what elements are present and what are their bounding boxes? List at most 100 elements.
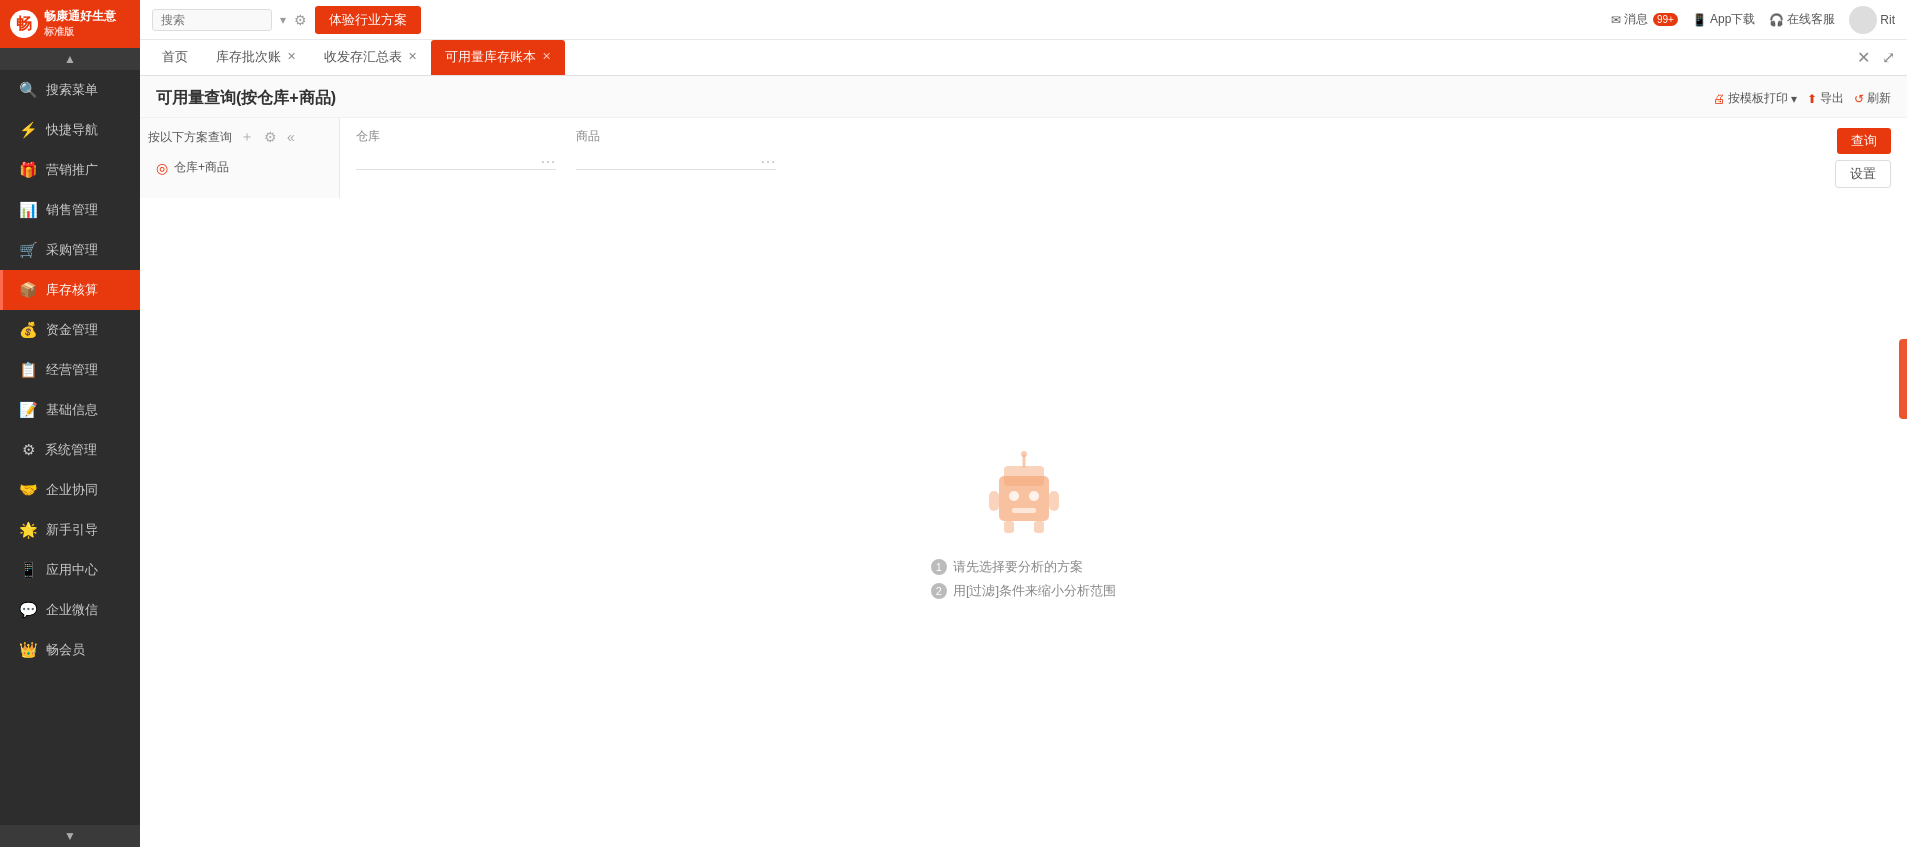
hint-text-1: 请先选择要分析的方案 <box>953 558 1083 576</box>
svg-rect-7 <box>989 491 999 511</box>
query-schemes-header: 按以下方案查询 ＋ ⚙ « <box>148 128 331 146</box>
tab-label: 收发存汇总表 <box>324 48 402 66</box>
tab-close-receive-summary[interactable]: ✕ <box>408 50 417 63</box>
export-icon: ⬆ <box>1807 92 1817 106</box>
vip-icon: 👑 <box>19 641 38 659</box>
action-buttons-col: 查询 设置 <box>1817 118 1907 198</box>
scheme-item-icon: ◎ <box>156 160 168 176</box>
sidebar-item-search[interactable]: 🔍搜索菜单 <box>0 70 140 110</box>
page-header-actions: 🖨 按模板打印 ▾ ⬆ 导出 ↺ 刷新 <box>1713 90 1891 107</box>
sidebar-scroll-up[interactable]: ▲ <box>0 48 140 70</box>
sidebar-item-quick-nav[interactable]: ⚡快捷导航 <box>0 110 140 150</box>
query-button[interactable]: 查询 <box>1837 128 1891 154</box>
new-guide-icon: 🌟 <box>19 521 38 539</box>
page-header: 可用量查询(按仓库+商品) 🖨 按模板打印 ▾ ⬆ 导出 ↺ 刷新 <box>140 76 1907 118</box>
gear-icon[interactable]: ⚙ <box>294 12 307 28</box>
tabbar: 首页库存批次账 ✕收发存汇总表 ✕可用量库存账本 ✕ ✕ ⤢ <box>140 40 1907 76</box>
settings-button[interactable]: 设置 <box>1835 160 1891 188</box>
sidebar-item-label: 畅会员 <box>46 641 85 659</box>
svg-point-3 <box>1029 491 1039 501</box>
query-label: 按以下方案查询 <box>148 129 232 146</box>
sidebar-item-sales[interactable]: 📊销售管理 <box>0 190 140 230</box>
brand-icon: 畅 <box>10 10 38 38</box>
expand-tab-btn[interactable]: ⤢ <box>1878 48 1899 67</box>
warehouse-more-btn[interactable]: … <box>540 149 556 167</box>
sidebar-item-new-guide[interactable]: 🌟 新手引导 <box>0 510 140 550</box>
sidebar-item-operations[interactable]: 📋经营管理 <box>0 350 140 390</box>
sidebar-item-system[interactable]: ⚙系统管理 <box>0 430 140 470</box>
sidebar-item-label: 企业微信 <box>46 601 98 619</box>
main-area: ▾ ⚙ 体验行业方案 ✉ 消息 99+ 📱 App下载 🎧 在线客服 Rit <box>140 0 1907 847</box>
add-scheme-btn[interactable]: ＋ <box>238 128 256 146</box>
svg-rect-1 <box>1004 466 1044 486</box>
tab-batch-ledger[interactable]: 库存批次账 ✕ <box>202 40 310 75</box>
svg-rect-8 <box>1049 491 1059 511</box>
print-template-btn[interactable]: 🖨 按模板打印 ▾ <box>1713 90 1797 107</box>
export-btn[interactable]: ⬆ 导出 <box>1807 90 1844 107</box>
trial-button[interactable]: 体验行业方案 <box>315 6 421 34</box>
scheme-item-label: 仓库+商品 <box>174 159 229 176</box>
online-service-btn[interactable]: 🎧 在线客服 <box>1769 11 1835 28</box>
sidebar-item-label: 企业协同 <box>46 481 98 499</box>
filter-warehouse-input[interactable] <box>356 151 534 166</box>
sidebar-scroll-down[interactable]: ▼ <box>0 825 140 847</box>
user-name: Rit <box>1880 13 1895 27</box>
sidebar-item-label: 销售管理 <box>46 201 98 219</box>
svg-rect-9 <box>1004 521 1014 533</box>
settings-scheme-btn[interactable]: ⚙ <box>262 129 279 145</box>
empty-illustration <box>974 446 1074 546</box>
search-input[interactable] <box>152 9 272 31</box>
sidebar-item-marketing[interactable]: 🎁 营销推广 <box>0 150 140 190</box>
app-download-btn[interactable]: 📱 App下载 <box>1692 11 1755 28</box>
filter-goods: 商品 … <box>576 128 776 170</box>
refresh-icon: ↺ <box>1854 92 1864 106</box>
tab-label: 首页 <box>162 48 188 66</box>
refresh-btn[interactable]: ↺ 刷新 <box>1854 90 1891 107</box>
hint-item-2: 2 用[过滤]条件来缩小分析范围 <box>931 582 1116 600</box>
svg-rect-10 <box>1034 521 1044 533</box>
sidebar-item-label: 库存核算 <box>46 281 98 299</box>
tab-available-ledger[interactable]: 可用量库存账本 ✕ <box>431 40 565 75</box>
tab-close-available-ledger[interactable]: ✕ <box>542 50 551 63</box>
wechat-icon: 💬 <box>19 601 38 619</box>
sidebar-item-label: 营销推广 <box>46 161 98 179</box>
empty-state: 1 请先选择要分析的方案 2 用[过滤]条件来缩小分析范围 <box>140 198 1907 847</box>
inventory-icon: 📦 <box>19 281 38 299</box>
sidebar-item-basic-info[interactable]: 📝基础信息 <box>0 390 140 430</box>
sidebar-item-vip[interactable]: 👑 畅会员 <box>0 630 140 670</box>
tab-receive-summary[interactable]: 收发存汇总表 ✕ <box>310 40 431 75</box>
sidebar-item-purchase[interactable]: 🛒 采购管理 <box>0 230 140 270</box>
sidebar-item-label: 采购管理 <box>46 241 98 259</box>
filter-goods-input[interactable] <box>576 151 754 166</box>
sidebar-item-wechat[interactable]: 💬 企业微信 <box>0 590 140 630</box>
sidebar-item-label: 经营管理 <box>46 361 98 379</box>
tab-close-batch-ledger[interactable]: ✕ <box>287 50 296 63</box>
collapse-btn[interactable]: « <box>285 129 297 145</box>
cooperation-icon: 🤝 <box>19 481 38 499</box>
purchase-icon: 🛒 <box>19 241 38 259</box>
sidebar: 畅 畅康通好生意 标准版 ▲ 🔍搜索菜单⚡快捷导航🎁营销推广📊销售管理🛒采购管理… <box>0 0 140 847</box>
basic-info-icon: 📝 <box>19 401 38 419</box>
marketing-icon: 🎁 <box>19 161 38 179</box>
sidebar-item-label: 资金管理 <box>46 321 98 339</box>
user-avatar-btn[interactable]: Rit <box>1849 6 1895 34</box>
sidebar-item-app-center[interactable]: 📱应用中心 <box>0 550 140 590</box>
svg-rect-4 <box>1012 508 1036 513</box>
sidebar-item-label: 新手引导 <box>46 521 98 539</box>
close-tab-btn[interactable]: ✕ <box>1853 48 1874 67</box>
goods-more-btn[interactable]: … <box>760 149 776 167</box>
right-scrollbar[interactable] <box>1899 339 1907 419</box>
scheme-item-warehouse-goods[interactable]: ◎ 仓库+商品 <box>148 154 331 181</box>
sidebar-item-inventory[interactable]: 📦 库存核算 <box>0 270 140 310</box>
message-btn[interactable]: ✉ 消息 99+ <box>1611 11 1678 28</box>
sidebar-item-cooperation[interactable]: 🤝 企业协同 <box>0 470 140 510</box>
finance-icon: 💰 <box>19 321 38 339</box>
empty-hints: 1 请先选择要分析的方案 2 用[过滤]条件来缩小分析范围 <box>931 558 1116 600</box>
filter-fields: 仓库 … 商品 … <box>340 118 1817 198</box>
chevron-down-icon[interactable]: ▾ <box>280 13 286 27</box>
chevron-down-icon[interactable]: ▾ <box>1791 92 1797 106</box>
filter-warehouse-label: 仓库 <box>356 128 556 145</box>
sidebar-item-finance[interactable]: 💰 资金管理 <box>0 310 140 350</box>
query-schemes-panel: 按以下方案查询 ＋ ⚙ « ◎ 仓库+商品 <box>140 118 340 198</box>
tab-home[interactable]: 首页 <box>148 40 202 75</box>
